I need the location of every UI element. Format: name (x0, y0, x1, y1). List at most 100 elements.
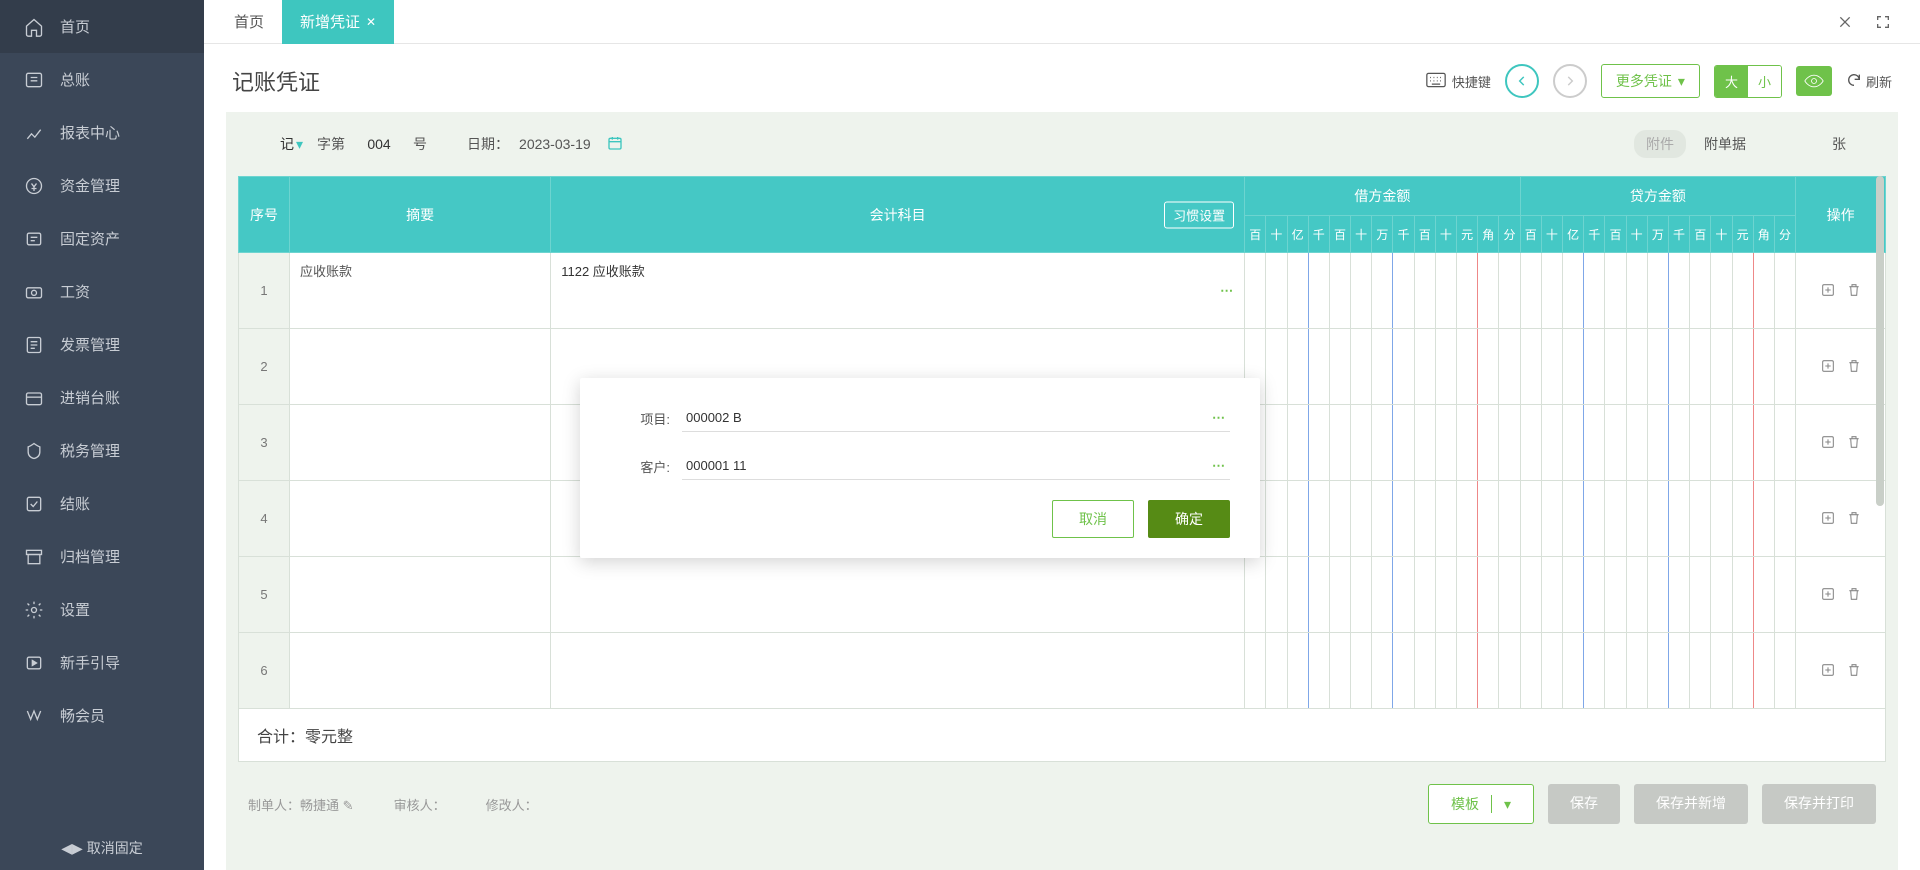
account-more-icon[interactable]: ⋯ (1220, 283, 1234, 299)
date-value[interactable]: 2023-03-19 (519, 136, 591, 152)
debit-cell[interactable] (1245, 633, 1521, 709)
insert-row-icon[interactable] (1819, 433, 1837, 451)
debit-cell[interactable] (1245, 329, 1521, 405)
template-button[interactable]: 模板▾ (1428, 784, 1534, 824)
account-cell[interactable] (551, 633, 1245, 709)
credit-cell[interactable] (1520, 405, 1796, 481)
credit-cell[interactable] (1520, 329, 1796, 405)
summary-cell[interactable] (290, 329, 551, 405)
voucher-number-input[interactable]: 004 (355, 136, 403, 152)
sidebar-item-ledger[interactable]: 总账 (0, 53, 204, 106)
summary-cell[interactable] (290, 633, 551, 709)
sidebar-item-archive[interactable]: 归档管理 (0, 530, 204, 583)
insert-row-icon[interactable] (1819, 585, 1837, 603)
sidebar-item-vip[interactable]: 畅会员 (0, 689, 204, 742)
account-cell[interactable] (551, 557, 1245, 633)
sidebar-item-funds[interactable]: 资金管理 (0, 159, 204, 212)
tab-home[interactable]: 首页 (216, 0, 282, 44)
row-seq: 1 (239, 253, 290, 329)
sidebar-item-reports[interactable]: 报表中心 (0, 106, 204, 159)
more-icon[interactable]: ⋯ (1212, 458, 1226, 474)
table-row: 1应收账款1122 应收账款⋯ (239, 253, 1886, 329)
total-row: 合计： 零元整 (238, 709, 1886, 762)
edit-icon[interactable]: ✎ (343, 798, 354, 813)
sidebar-item-label: 固定资产 (60, 228, 120, 249)
account-cell[interactable]: 1122 应收账款⋯ (551, 253, 1245, 329)
scrollbar-handle[interactable] (1876, 176, 1884, 506)
sidebar-item-invoice[interactable]: 发票管理 (0, 318, 204, 371)
summary-cell[interactable] (290, 557, 551, 633)
chevron-down-icon: ▾ (296, 136, 303, 152)
prev-voucher-button[interactable] (1505, 64, 1539, 98)
project-input[interactable]: 000002 B⋯ (682, 404, 1230, 432)
sidebar-item-salary[interactable]: 工资 (0, 265, 204, 318)
fullscreen-icon[interactable] (1870, 9, 1896, 35)
footer-bar: 制单人：畅捷通 ✎ 审核人： 修改人： 模板▾ 保存 保存并新增 保存并打印 (226, 762, 1898, 824)
sidebar-item-label: 首页 (60, 16, 90, 37)
save-and-new-button[interactable]: 保存并新增 (1634, 784, 1748, 824)
size-big-button[interactable]: 大 (1715, 66, 1748, 97)
summary-cell[interactable] (290, 481, 551, 557)
debit-cell[interactable] (1245, 481, 1521, 557)
credit-cell[interactable] (1520, 633, 1796, 709)
invoice-icon (24, 335, 44, 355)
save-button[interactable]: 保存 (1548, 784, 1620, 824)
tax-icon (24, 441, 44, 461)
visibility-toggle-button[interactable] (1796, 66, 1832, 96)
close-icon[interactable]: ✕ (366, 15, 376, 29)
debit-cell[interactable] (1245, 405, 1521, 481)
sidebar-item-home[interactable]: 首页 (0, 0, 204, 53)
chart-icon (24, 123, 44, 143)
sidebar-item-settings[interactable]: 设置 (0, 583, 204, 636)
sidebar-pin-toggle[interactable]: ◀▶ 取消固定 (0, 826, 204, 870)
summary-cell[interactable] (290, 405, 551, 481)
calendar-icon[interactable] (607, 135, 623, 154)
refresh-button[interactable]: 刷新 (1846, 72, 1892, 91)
next-voucher-button[interactable] (1553, 64, 1587, 98)
insert-row-icon[interactable] (1819, 509, 1837, 527)
delete-row-icon[interactable] (1845, 281, 1863, 299)
debit-cell[interactable] (1245, 253, 1521, 329)
voucher-type-select[interactable]: 记▾ (276, 134, 307, 154)
insert-row-icon[interactable] (1819, 281, 1837, 299)
save-and-print-button[interactable]: 保存并打印 (1762, 784, 1876, 824)
delete-row-icon[interactable] (1845, 661, 1863, 679)
shortcut-keys-button[interactable]: 快捷键 (1426, 72, 1491, 91)
more-icon[interactable]: ⋯ (1212, 410, 1226, 426)
th-ops: 操作 (1796, 177, 1886, 253)
sidebar-item-close[interactable]: 结账 (0, 477, 204, 530)
delete-row-icon[interactable] (1845, 585, 1863, 603)
credit-cell[interactable] (1520, 481, 1796, 557)
debit-cell[interactable] (1245, 557, 1521, 633)
confirm-button[interactable]: 确定 (1148, 500, 1230, 538)
sidebar-item-assets[interactable]: 固定资产 (0, 212, 204, 265)
sidebar-item-inventory[interactable]: 进销台账 (0, 371, 204, 424)
gear-icon (24, 600, 44, 620)
sidebar-item-tax[interactable]: 税务管理 (0, 424, 204, 477)
ops-cell (1796, 253, 1886, 329)
row-seq: 2 (239, 329, 290, 405)
date-label: 日期： (467, 134, 509, 154)
customer-input[interactable]: 000001 11⋯ (682, 452, 1230, 480)
attachment-button[interactable]: 附件 (1634, 130, 1686, 158)
window-close-icon[interactable] (1832, 9, 1858, 35)
delete-row-icon[interactable] (1845, 433, 1863, 451)
summary-cell[interactable]: 应收账款 (290, 253, 551, 329)
cancel-button[interactable]: 取消 (1052, 500, 1134, 538)
insert-row-icon[interactable] (1819, 357, 1837, 375)
tab-new-voucher[interactable]: 新增凭证✕ (282, 0, 394, 44)
credit-cell[interactable] (1520, 557, 1796, 633)
credit-cell[interactable] (1520, 253, 1796, 329)
sidebar-item-guide[interactable]: 新手引导 (0, 636, 204, 689)
delete-row-icon[interactable] (1845, 509, 1863, 527)
page-header: 记账凭证 快捷键 更多凭证▾ 大 小 刷新 (204, 44, 1920, 112)
size-small-button[interactable]: 小 (1748, 66, 1781, 97)
insert-row-icon[interactable] (1819, 661, 1837, 679)
delete-row-icon[interactable] (1845, 357, 1863, 375)
archive-icon (24, 547, 44, 567)
salary-icon (24, 282, 44, 302)
habit-settings-button[interactable]: 习惯设置 (1164, 201, 1234, 228)
more-vouchers-button[interactable]: 更多凭证▾ (1601, 64, 1700, 98)
sidebar-item-label: 归档管理 (60, 546, 120, 567)
th-debit: 借方金额 (1245, 177, 1521, 216)
